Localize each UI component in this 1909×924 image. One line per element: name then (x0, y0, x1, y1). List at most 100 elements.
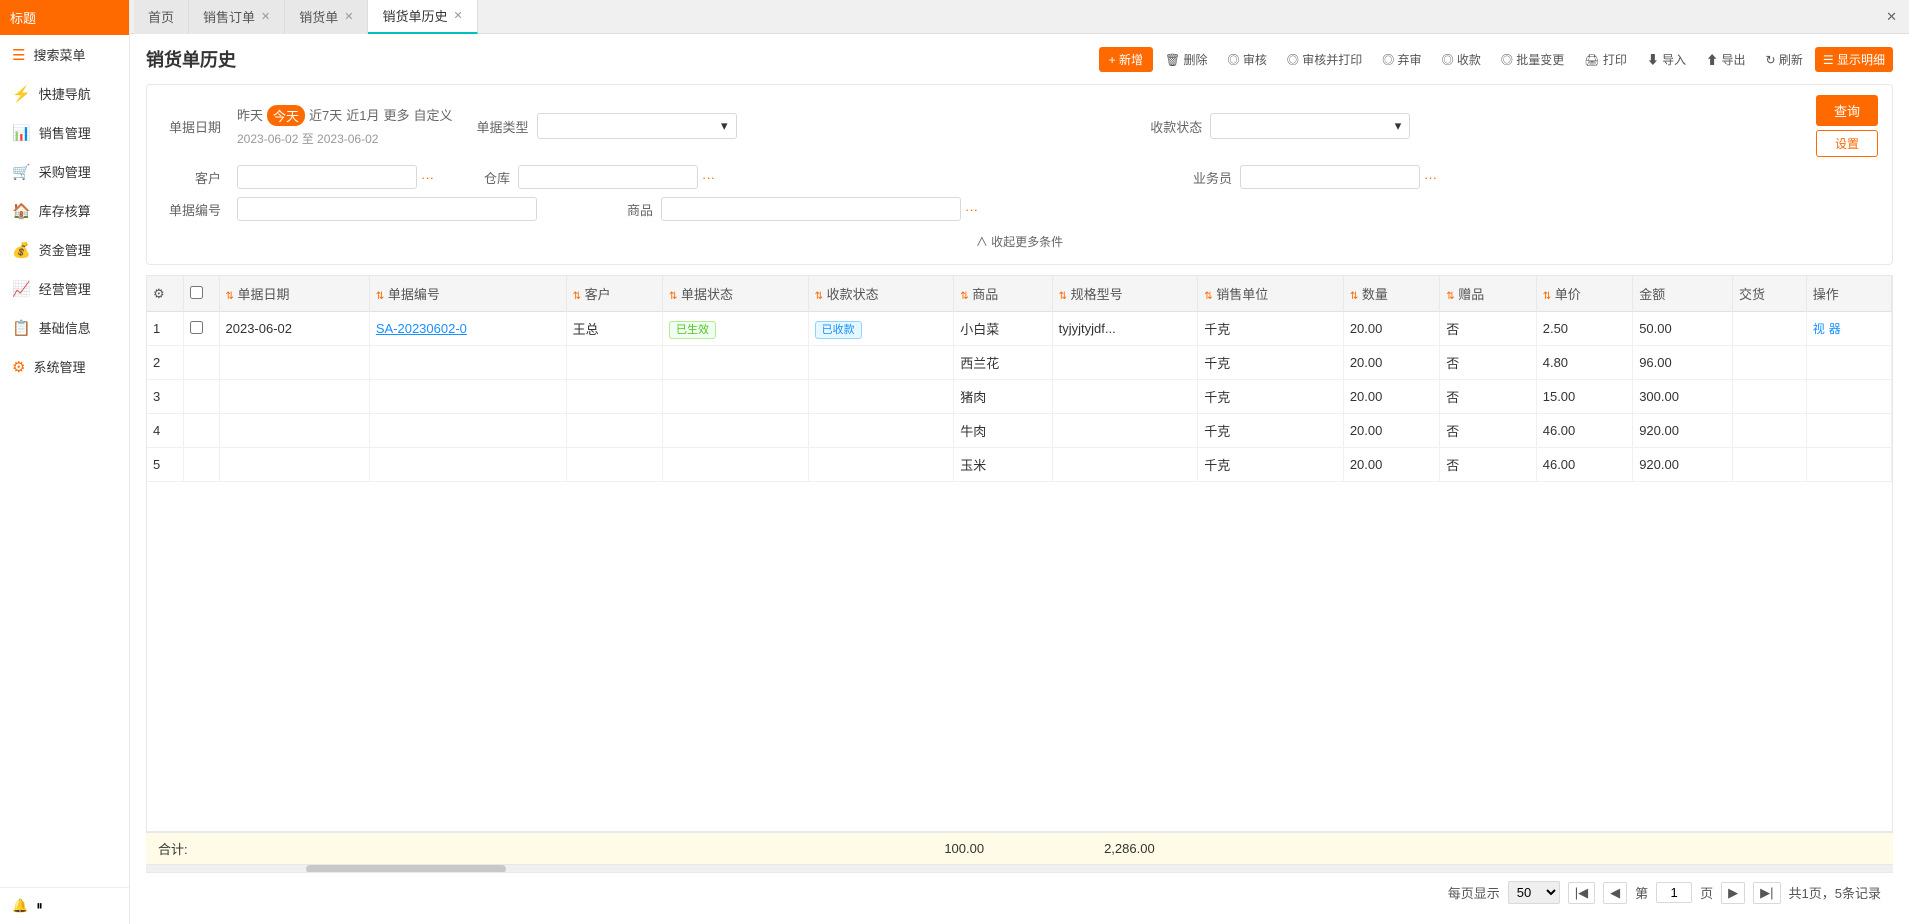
col-settings[interactable]: ⚙ (147, 276, 183, 312)
cell-doc-status (663, 380, 809, 414)
shortcut-1month[interactable]: 近1月 (346, 105, 379, 126)
col-doc-status[interactable]: ⇅ 单据状态 (663, 276, 809, 312)
sidebar-item-inventory[interactable]: 🏠 库存核算 (0, 191, 129, 230)
cell-transaction (1732, 414, 1806, 448)
cell-checkbox[interactable] (183, 380, 219, 414)
cell-goods: 牛肉 (954, 414, 1052, 448)
new-button[interactable]: + 新增 (1099, 47, 1153, 72)
sidebar-item-search-menu[interactable]: ☰ 搜索菜单 (0, 35, 129, 74)
export-button[interactable]: ⬆ 导出 (1698, 47, 1753, 72)
page-size-select[interactable]: 50 100 200 (1508, 881, 1560, 904)
cell-checkbox[interactable] (183, 312, 219, 346)
table-footer: 合计: 100.00 2,286.00 (146, 832, 1893, 864)
staff-input[interactable] (1240, 165, 1420, 189)
audit-button[interactable]: ◎ 审核 (1220, 47, 1275, 72)
query-button[interactable]: 查询 (1816, 95, 1878, 126)
customer-ellipsis[interactable]: ··· (421, 170, 434, 185)
col-unit-price[interactable]: ⇅ 单价 (1536, 276, 1632, 312)
collapse-more-conditions[interactable]: ∧ 收起更多条件 (161, 229, 1878, 254)
customer-input[interactable] (237, 165, 417, 189)
sidebar-item-operations[interactable]: 📈 经营管理 (0, 269, 129, 308)
page-number-input[interactable] (1656, 882, 1692, 903)
sidebar-item-quick-nav[interactable]: ⚡ 快捷导航 (0, 74, 129, 113)
col-spec[interactable]: ⇅ 规格型号 (1052, 276, 1198, 312)
op-view[interactable]: 视 (1813, 322, 1825, 336)
doc-no-input[interactable] (237, 197, 537, 221)
tab-sales-order[interactable]: 销售订单 ✕ (189, 0, 285, 34)
sidebar-top[interactable]: 标题 (0, 0, 129, 35)
delete-button[interactable]: 🗑 删除 (1157, 47, 1216, 72)
cell-date (219, 380, 369, 414)
audit-print-button[interactable]: ◎ 审核并打印 (1279, 47, 1370, 72)
sidebar-item-label: 系统管理 (33, 357, 85, 376)
staff-ellipsis[interactable]: ··· (1424, 170, 1437, 185)
page-last-button[interactable]: ▶| (1753, 882, 1780, 904)
cell-doc-no[interactable]: SA-20230602-0 (369, 312, 566, 346)
batch-change-button[interactable]: ◎ 批量变更 (1493, 47, 1572, 72)
total-info: 共1页，5条记录 (1789, 883, 1881, 902)
collect-status-select[interactable]: ▾ (1210, 113, 1410, 139)
col-unit[interactable]: ⇅ 销售单位 (1198, 276, 1344, 312)
shortcut-yesterday[interactable]: 昨天 (237, 105, 263, 126)
tab-sales-history[interactable]: 销货单历史 ✕ (368, 0, 477, 34)
cell-unit-price: 46.00 (1536, 448, 1632, 482)
collect-button[interactable]: ◎ 收款 (1434, 47, 1489, 72)
table-settings-icon[interactable]: ⚙ (153, 286, 165, 301)
op-more[interactable]: 器 (1829, 322, 1841, 336)
page-first-button[interactable]: |◀ (1568, 882, 1595, 904)
col-doc-no[interactable]: ⇅ 单据编号 (369, 276, 566, 312)
warehouse-ellipsis[interactable]: ··· (702, 170, 715, 185)
notification-icon[interactable]: 🔔 (12, 898, 28, 914)
col-collect-status[interactable]: ⇅ 收款状态 (808, 276, 954, 312)
pause-icon[interactable]: ⏸ (36, 898, 43, 914)
cell-doc-no (369, 414, 566, 448)
shortcut-more[interactable]: 更多 (384, 105, 410, 126)
print-button[interactable]: 🖨 打印 (1576, 47, 1635, 72)
scrollbar-track[interactable] (146, 864, 1893, 872)
quick-nav-icon: ⚡ (12, 85, 31, 103)
page-title: 销货单历史 (146, 46, 1099, 72)
col-customer[interactable]: ⇅ 客户 (566, 276, 662, 312)
cell-date (219, 414, 369, 448)
cell-operation (1806, 414, 1891, 448)
col-date[interactable]: ⇅ 单据日期 (219, 276, 369, 312)
cell-checkbox[interactable] (183, 448, 219, 482)
sidebar-item-purchase-mgmt[interactable]: 🛒 采购管理 (0, 152, 129, 191)
chevron-down-icon: ▾ (1395, 118, 1402, 134)
display-detail-button[interactable]: ☰ 显示明细 (1815, 47, 1893, 72)
refresh-button[interactable]: ↻ 刷新 (1758, 47, 1811, 72)
col-goods[interactable]: ⇅ 商品 (954, 276, 1052, 312)
cell-qty: 20.00 (1343, 414, 1439, 448)
col-checkbox[interactable] (183, 276, 219, 312)
sidebar-item-basic-info[interactable]: 📋 基础信息 (0, 308, 129, 347)
close-sales-delivery-icon[interactable]: ✕ (344, 10, 353, 23)
sidebar-item-sales-mgmt[interactable]: 📊 销售管理 (0, 113, 129, 152)
shortcut-7days[interactable]: 近7天 (309, 105, 342, 126)
shortcut-custom[interactable]: 自定义 (414, 105, 453, 126)
warehouse-input[interactable] (518, 165, 698, 189)
sidebar-item-sys-mgmt[interactable]: ⚙ 系统管理 (0, 347, 129, 386)
close-sales-history-icon[interactable]: ✕ (454, 9, 463, 22)
select-all-checkbox[interactable] (190, 286, 203, 299)
shortcut-today[interactable]: 今天 (267, 105, 305, 126)
col-gift[interactable]: ⇅ 赠品 (1440, 276, 1536, 312)
tabs-close-all[interactable]: ✕ (1878, 5, 1905, 29)
goods-ellipsis[interactable]: ··· (965, 202, 978, 217)
cell-checkbox[interactable] (183, 414, 219, 448)
goods-input[interactable] (661, 197, 961, 221)
import-button[interactable]: ⬇ 导入 (1639, 47, 1694, 72)
sidebar-item-label: 销售管理 (39, 123, 91, 142)
cell-customer (566, 414, 662, 448)
close-sales-order-icon[interactable]: ✕ (261, 10, 270, 23)
doc-type-select[interactable]: ▾ (537, 113, 737, 139)
sidebar-item-finance[interactable]: 💰 资金管理 (0, 230, 129, 269)
page-prev-button[interactable]: ◀ (1603, 882, 1627, 904)
tab-sales-delivery[interactable]: 销货单 ✕ (285, 0, 368, 34)
page-next-button[interactable]: ▶ (1721, 882, 1745, 904)
tab-home[interactable]: 首页 (134, 0, 189, 34)
discard-button[interactable]: ◎ 弃审 (1374, 47, 1429, 72)
col-qty[interactable]: ⇅ 数量 (1343, 276, 1439, 312)
set-button[interactable]: 设置 (1816, 130, 1878, 157)
cell-unit: 千克 (1198, 346, 1344, 380)
cell-checkbox[interactable] (183, 346, 219, 380)
